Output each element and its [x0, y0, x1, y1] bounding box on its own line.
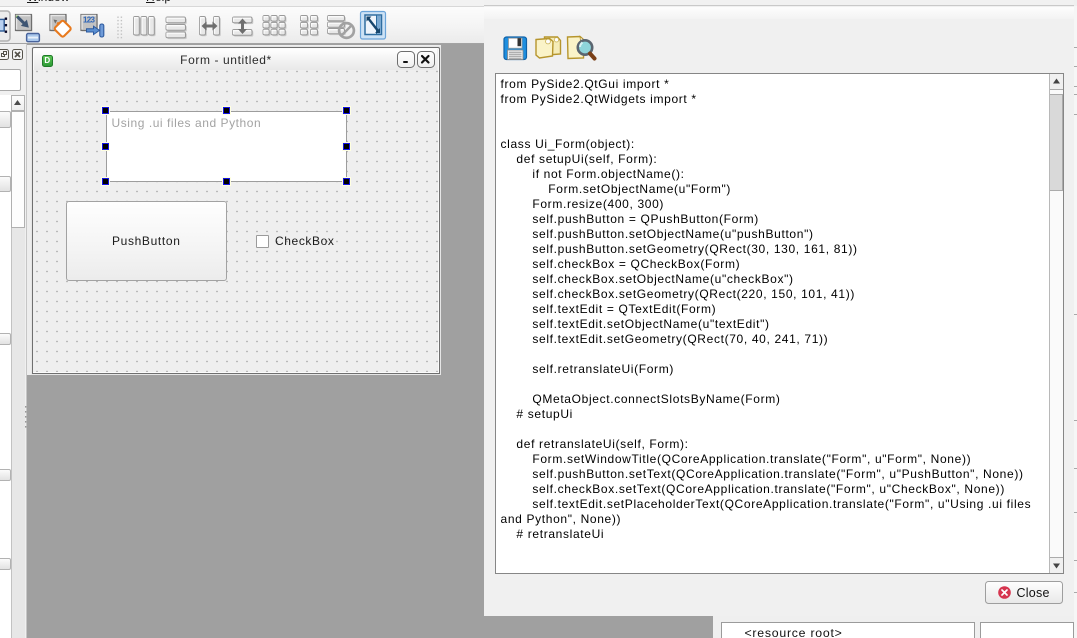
svg-text:123: 123 — [83, 16, 95, 25]
